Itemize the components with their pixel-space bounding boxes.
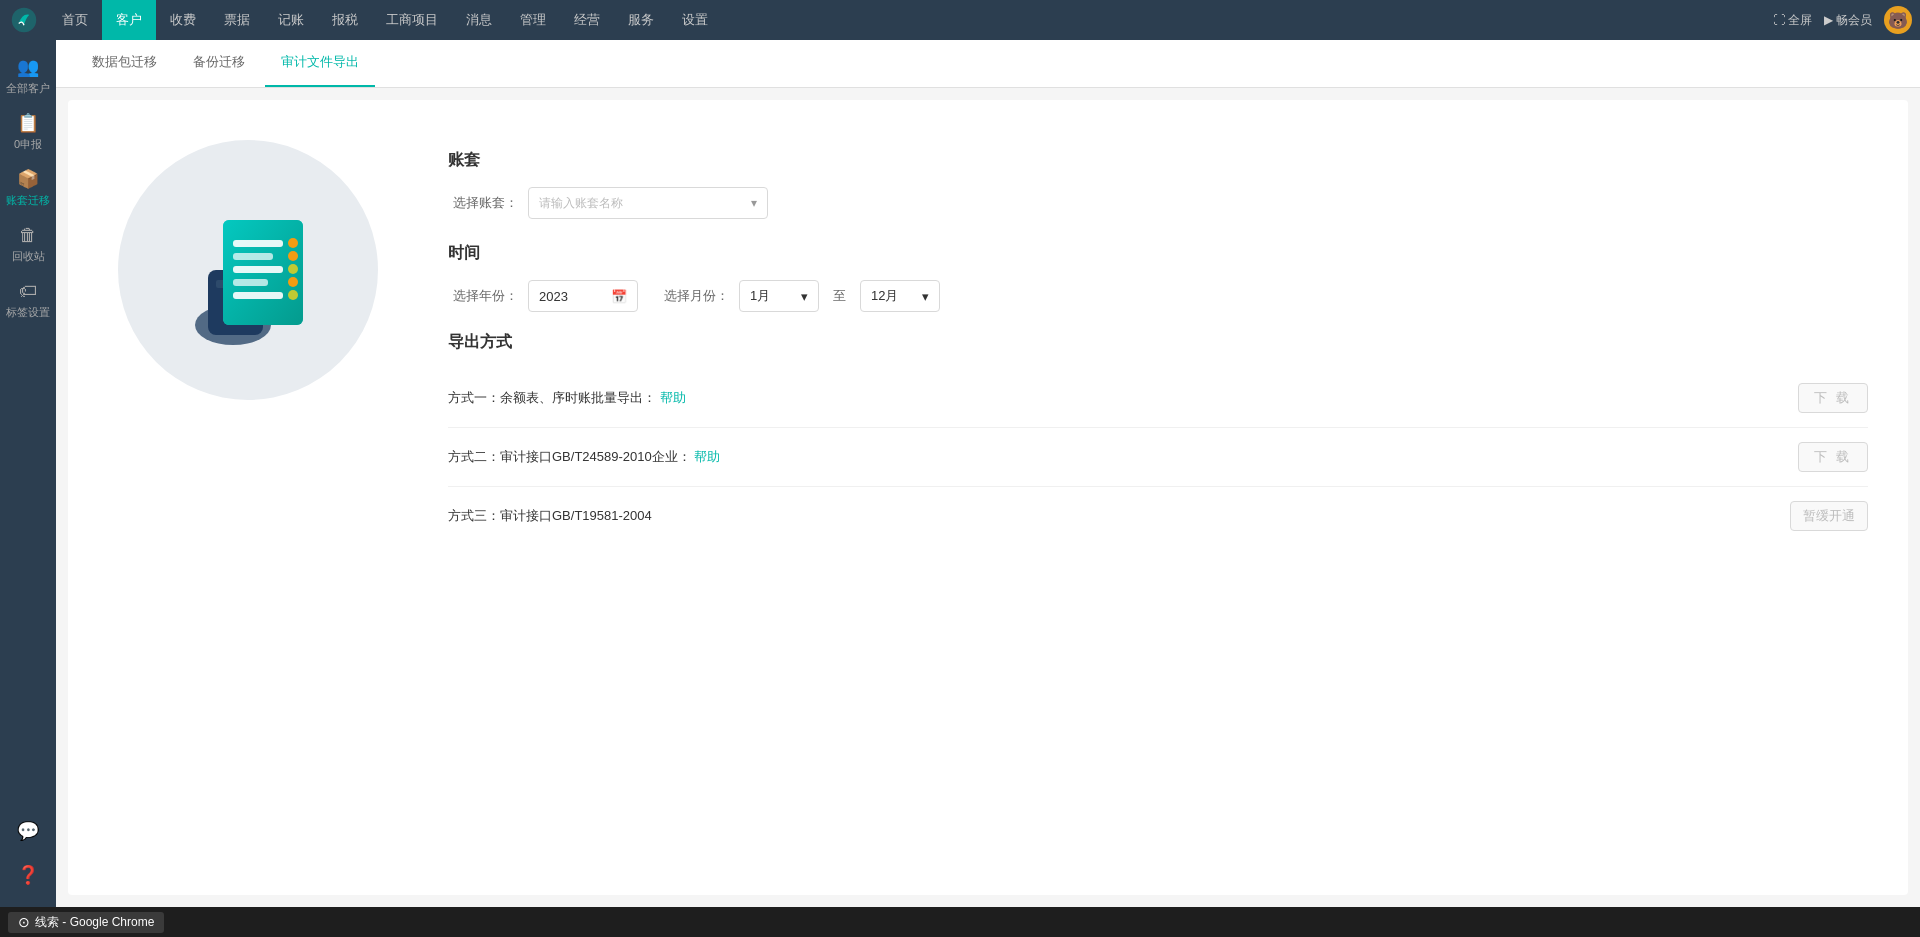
tabs-bar: 数据包迁移 备份迁移 审计文件导出 — [56, 40, 1920, 88]
export-section: 导出方式 方式一：余额表、序时账批量导出： 帮助 下 载 方式二：审计接口GB/… — [448, 332, 1868, 545]
nav-accounting[interactable]: 记账 — [264, 0, 318, 40]
month-start-arrow: ▾ — [801, 289, 808, 304]
month-label: 选择月份： — [664, 287, 729, 305]
nav-manage[interactable]: 管理 — [506, 0, 560, 40]
svg-rect-10 — [233, 279, 268, 286]
member-icon: ▶ — [1824, 13, 1833, 27]
sidebar-bottom: 💬 ❓ — [0, 811, 56, 907]
sidebar-item-zero-declaration[interactable]: 📋 0申报 — [0, 104, 56, 160]
svg-point-15 — [288, 277, 298, 287]
illustration-container — [108, 130, 388, 410]
time-row: 选择年份： 2023 📅 选择月份： 1月 ▾ 至 12月 ▾ — [448, 280, 1868, 312]
help-icon[interactable]: ❓ — [0, 855, 56, 895]
method-row-2: 方式二：审计接口GB/T24589-2010企业： 帮助 下 载 — [448, 428, 1868, 487]
form-area: 账套 选择账套： 请输入账套名称 ▾ 时间 选择年份： 2023 📅 — [448, 130, 1868, 545]
svg-rect-9 — [233, 266, 283, 273]
year-input[interactable]: 2023 📅 — [528, 280, 638, 312]
method-3-label: 方式三：审计接口GB/T19581-2004 — [448, 507, 1770, 525]
method-row-1: 方式一：余额表、序时账批量导出： 帮助 下 载 — [448, 369, 1868, 428]
nav-operation[interactable]: 经营 — [560, 0, 614, 40]
nav-home[interactable]: 首页 — [48, 0, 102, 40]
nav-items: 首页 客户 收费 票据 记账 报税 工商项目 消息 管理 经营 服务 设置 — [48, 0, 1773, 40]
zero-declaration-icon: 📋 — [17, 112, 39, 134]
account-label: 选择账套： — [448, 194, 518, 212]
sidebar-item-account-migration[interactable]: 📦 账套迁移 — [0, 160, 56, 216]
year-value: 2023 — [539, 289, 568, 304]
fullscreen-icon: ⛶ — [1773, 13, 1785, 27]
month-start-select[interactable]: 1月 ▾ — [739, 280, 819, 312]
nav-settings[interactable]: 设置 — [668, 0, 722, 40]
taskbar: ⊙ 线索 - Google Chrome — [0, 907, 1920, 937]
tab-backup-migration[interactable]: 备份迁移 — [177, 40, 261, 87]
tab-data-migration[interactable]: 数据包迁移 — [76, 40, 173, 87]
nav-invoice[interactable]: 票据 — [210, 0, 264, 40]
message-icon[interactable]: 💬 — [0, 811, 56, 851]
svg-point-16 — [288, 290, 298, 300]
nav-business[interactable]: 工商项目 — [372, 0, 452, 40]
month-start-value: 1月 — [750, 287, 770, 305]
method-2-download-button[interactable]: 下 载 — [1798, 442, 1868, 472]
year-label: 选择年份： — [448, 287, 518, 305]
main-layout: 👥 全部客户 📋 0申报 📦 账套迁移 🗑 回收站 🏷 标签设置 💬 ❓ 数据包… — [0, 40, 1920, 907]
nav-customer[interactable]: 客户 — [102, 0, 156, 40]
content-area: 数据包迁移 备份迁移 审计文件导出 — [56, 40, 1920, 907]
method-1-download-button[interactable]: 下 载 — [1798, 383, 1868, 413]
section-account-title: 账套 — [448, 150, 1868, 171]
app-logo — [8, 4, 40, 36]
nav-service[interactable]: 服务 — [614, 0, 668, 40]
method-3-coming-soon-button[interactable]: 暂缓开通 — [1790, 501, 1868, 531]
svg-rect-8 — [233, 253, 273, 260]
recycle-bin-icon: 🗑 — [19, 225, 37, 246]
method-2-help-link[interactable]: 帮助 — [694, 449, 720, 464]
sidebar-item-tag-settings[interactable]: 🏷 标签设置 — [0, 272, 56, 328]
svg-rect-11 — [233, 292, 283, 299]
nav-tax[interactable]: 报税 — [318, 0, 372, 40]
account-select[interactable]: 请输入账套名称 ▾ — [528, 187, 768, 219]
fullscreen-button[interactable]: ⛶ 全屏 — [1773, 12, 1812, 29]
taskbar-chrome-item[interactable]: ⊙ 线索 - Google Chrome — [8, 912, 164, 933]
method-1-label: 方式一：余额表、序时账批量导出： 帮助 — [448, 389, 1778, 407]
nav-billing[interactable]: 收费 — [156, 0, 210, 40]
avatar[interactable]: 🐻 — [1884, 6, 1912, 34]
month-end-value: 12月 — [871, 287, 898, 305]
nav-message[interactable]: 消息 — [452, 0, 506, 40]
member-button[interactable]: ▶ 畅会员 — [1824, 12, 1872, 29]
account-dropdown-icon: ▾ — [751, 196, 757, 210]
sidebar: 👥 全部客户 📋 0申报 📦 账套迁移 🗑 回收站 🏷 标签设置 💬 ❓ — [0, 40, 56, 907]
account-placeholder: 请输入账套名称 — [539, 195, 623, 212]
top-nav-right: ⛶ 全屏 ▶ 畅会员 🐻 — [1773, 6, 1912, 34]
month-end-select[interactable]: 12月 ▾ — [860, 280, 940, 312]
section-export-title: 导出方式 — [448, 332, 1868, 353]
all-customers-icon: 👥 — [17, 56, 39, 78]
method-row-3: 方式三：审计接口GB/T19581-2004 暂缓开通 — [448, 487, 1868, 545]
sidebar-item-recycle-bin[interactable]: 🗑 回收站 — [0, 216, 56, 272]
svg-rect-7 — [233, 240, 283, 247]
tab-audit-export[interactable]: 审计文件导出 — [265, 40, 375, 87]
svg-point-13 — [288, 251, 298, 261]
top-navigation: 首页 客户 收费 票据 记账 报税 工商项目 消息 管理 经营 服务 设置 ⛶ … — [0, 0, 1920, 40]
svg-point-14 — [288, 264, 298, 274]
account-migration-icon: 📦 — [17, 168, 39, 190]
page-content: 账套 选择账套： 请输入账套名称 ▾ 时间 选择年份： 2023 📅 — [68, 100, 1908, 895]
svg-point-12 — [288, 238, 298, 248]
method-2-label: 方式二：审计接口GB/T24589-2010企业： 帮助 — [448, 448, 1778, 466]
separator: 至 — [833, 287, 846, 305]
sidebar-item-all-customers[interactable]: 👥 全部客户 — [0, 48, 56, 104]
section-time-title: 时间 — [448, 243, 1868, 264]
calendar-icon: 📅 — [611, 289, 627, 304]
tag-settings-icon: 🏷 — [19, 281, 37, 302]
illustration-background — [118, 140, 378, 400]
month-end-arrow: ▾ — [922, 289, 929, 304]
account-row: 选择账套： 请输入账套名称 ▾ — [448, 187, 1868, 219]
taskbar-label: 线索 - Google Chrome — [35, 914, 154, 931]
chrome-icon: ⊙ — [18, 914, 30, 930]
method-1-help-link[interactable]: 帮助 — [660, 390, 686, 405]
